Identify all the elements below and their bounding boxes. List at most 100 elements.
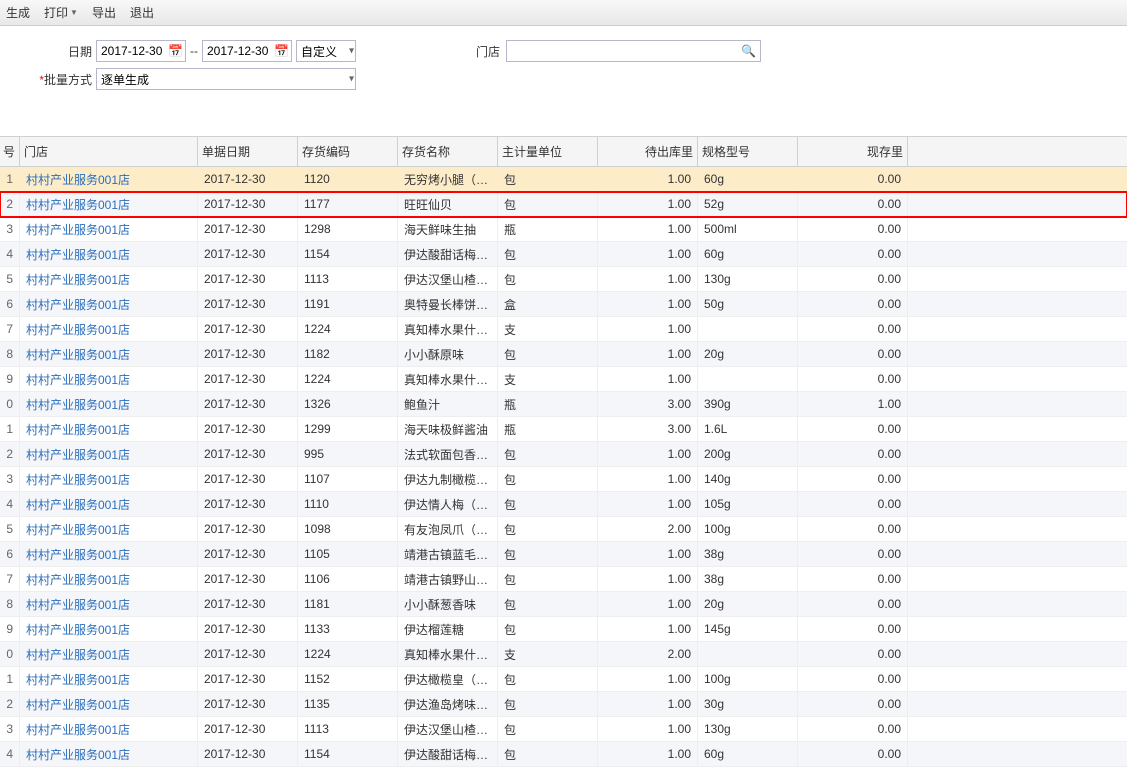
cell-code: 1106: [298, 567, 398, 591]
exit-button[interactable]: 退出: [130, 4, 154, 21]
table-row[interactable]: 2村村产业服务001店2017-12-301177旺旺仙贝包1.0052g0.0…: [0, 192, 1127, 217]
table-row[interactable]: 8村村产业服务001店2017-12-301182小小酥原味包1.0020g0.…: [0, 342, 1127, 367]
cell-spec: 52g: [698, 192, 798, 216]
cell-unit: 支: [498, 367, 598, 391]
cell-spec: [698, 642, 798, 666]
calendar-icon[interactable]: 📅: [274, 44, 289, 58]
header-date[interactable]: 单据日期: [198, 137, 298, 166]
cell-qty: 1.00: [598, 617, 698, 641]
cell-name: 法式软面包香…: [398, 442, 498, 466]
cell-store[interactable]: 村村产业服务001店: [20, 492, 198, 516]
grid-header: 号 门店 单据日期 存货编码 存货名称 主计量单位 待出库里 规格型号 现存里: [0, 136, 1127, 167]
cell-store[interactable]: 村村产业服务001店: [20, 567, 198, 591]
table-row[interactable]: 9村村产业服务001店2017-12-301224真知棒水果什…支1.000.0…: [0, 367, 1127, 392]
header-unit[interactable]: 主计量单位: [498, 137, 598, 166]
cell-store[interactable]: 村村产业服务001店: [20, 667, 198, 691]
calendar-icon[interactable]: 📅: [168, 44, 183, 58]
cell-date: 2017-12-30: [198, 442, 298, 466]
date-dash: --: [190, 44, 198, 58]
cell-spec: 145g: [698, 617, 798, 641]
table-row[interactable]: 3村村产业服务001店2017-12-301298海天鲜味生抽瓶1.00500m…: [0, 217, 1127, 242]
cell-code: 1098: [298, 517, 398, 541]
header-code[interactable]: 存货编码: [298, 137, 398, 166]
cell-store[interactable]: 村村产业服务001店: [20, 542, 198, 566]
header-store[interactable]: 门店: [20, 137, 198, 166]
table-row[interactable]: 9村村产业服务001店2017-12-301133伊达榴莲糖包1.00145g0…: [0, 617, 1127, 642]
table-row[interactable]: 6村村产业服务001店2017-12-301191奥特曼长棒饼…盒1.0050g…: [0, 292, 1127, 317]
cell-code: 1133: [298, 617, 398, 641]
table-row[interactable]: 0村村产业服务001店2017-12-301224真知棒水果什…支2.000.0…: [0, 642, 1127, 667]
table-row[interactable]: 2村村产业服务001店2017-12-301135伊达渔岛烤味…包1.0030g…: [0, 692, 1127, 717]
table-row[interactable]: 1村村产业服务001店2017-12-301299海天味极鲜酱油瓶3.001.6…: [0, 417, 1127, 442]
cell-store[interactable]: 村村产业服务001店: [20, 717, 198, 741]
cell-store[interactable]: 村村产业服务001店: [20, 742, 198, 766]
cell-idx: 1: [0, 667, 20, 691]
cell-store[interactable]: 村村产业服务001店: [20, 467, 198, 491]
header-qty[interactable]: 待出库里: [598, 137, 698, 166]
search-icon[interactable]: 🔍: [741, 44, 756, 58]
cell-qty: 1.00: [598, 367, 698, 391]
cell-unit: 包: [498, 592, 598, 616]
cell-store[interactable]: 村村产业服务001店: [20, 217, 198, 241]
cell-store[interactable]: 村村产业服务001店: [20, 167, 198, 191]
cell-idx: 6: [0, 292, 20, 316]
table-row[interactable]: 4村村产业服务001店2017-12-301154伊达酸甜话梅…包1.0060g…: [0, 742, 1127, 767]
header-stock[interactable]: 现存里: [798, 137, 908, 166]
cell-spec: 130g: [698, 267, 798, 291]
table-row[interactable]: 5村村产业服务001店2017-12-301098有友泡凤爪（…包2.00100…: [0, 517, 1127, 542]
cell-store[interactable]: 村村产业服务001店: [20, 417, 198, 441]
export-button[interactable]: 导出: [92, 4, 116, 21]
cell-unit: 包: [498, 742, 598, 766]
table-row[interactable]: 1村村产业服务001店2017-12-301152伊达橄榄皇（…包1.00100…: [0, 667, 1127, 692]
table-row[interactable]: 6村村产业服务001店2017-12-301105靖港古镇蓝毛…包1.0038g…: [0, 542, 1127, 567]
table-row[interactable]: 1村村产业服务001店2017-12-301120无穷烤小腿（…包1.0060g…: [0, 167, 1127, 192]
cell-qty: 1.00: [598, 292, 698, 316]
cell-spec: 30g: [698, 692, 798, 716]
cell-unit: 包: [498, 717, 598, 741]
table-row[interactable]: 2村村产业服务001店2017-12-30995法式软面包香…包1.00200g…: [0, 442, 1127, 467]
cell-store[interactable]: 村村产业服务001店: [20, 392, 198, 416]
cell-store[interactable]: 村村产业服务001店: [20, 617, 198, 641]
cell-store[interactable]: 村村产业服务001店: [20, 242, 198, 266]
cell-store[interactable]: 村村产业服务001店: [20, 692, 198, 716]
cell-store[interactable]: 村村产业服务001店: [20, 517, 198, 541]
cell-store[interactable]: 村村产业服务001店: [20, 192, 198, 216]
cell-store[interactable]: 村村产业服务001店: [20, 442, 198, 466]
cell-code: 1110: [298, 492, 398, 516]
cell-spec: 20g: [698, 592, 798, 616]
cell-name: 小小酥葱香味: [398, 592, 498, 616]
table-row[interactable]: 5村村产业服务001店2017-12-301113伊达汉堡山楂…包1.00130…: [0, 267, 1127, 292]
store-input[interactable]: 🔍: [506, 40, 761, 62]
cell-unit: 支: [498, 642, 598, 666]
cell-store[interactable]: 村村产业服务001店: [20, 292, 198, 316]
cell-store[interactable]: 村村产业服务001店: [20, 592, 198, 616]
cell-name: 海天味极鲜酱油: [398, 417, 498, 441]
table-row[interactable]: 0村村产业服务001店2017-12-301326鲍鱼汁瓶3.00390g1.0…: [0, 392, 1127, 417]
cell-date: 2017-12-30: [198, 742, 298, 766]
cell-qty: 1.00: [598, 742, 698, 766]
table-row[interactable]: 7村村产业服务001店2017-12-301106靖港古镇野山…包1.0038g…: [0, 567, 1127, 592]
cell-idx: 3: [0, 717, 20, 741]
cell-store[interactable]: 村村产业服务001店: [20, 267, 198, 291]
batch-select[interactable]: [96, 68, 356, 90]
cell-name: 伊达情人梅（…: [398, 492, 498, 516]
generate-button[interactable]: 生成: [6, 4, 30, 21]
cell-code: 1299: [298, 417, 398, 441]
table-row[interactable]: 3村村产业服务001店2017-12-301113伊达汉堡山楂…包1.00130…: [0, 717, 1127, 742]
cell-code: 995: [298, 442, 398, 466]
cell-idx: 1: [0, 167, 20, 191]
table-row[interactable]: 4村村产业服务001店2017-12-301154伊达酸甜话梅…包1.0060g…: [0, 242, 1127, 267]
cell-store[interactable]: 村村产业服务001店: [20, 367, 198, 391]
header-spec[interactable]: 规格型号: [698, 137, 798, 166]
header-name[interactable]: 存货名称: [398, 137, 498, 166]
date-type-select[interactable]: [296, 40, 356, 62]
cell-store[interactable]: 村村产业服务001店: [20, 342, 198, 366]
table-row[interactable]: 3村村产业服务001店2017-12-301107伊达九制橄榄…包1.00140…: [0, 467, 1127, 492]
cell-store[interactable]: 村村产业服务001店: [20, 317, 198, 341]
table-row[interactable]: 8村村产业服务001店2017-12-301181小小酥葱香味包1.0020g0…: [0, 592, 1127, 617]
print-button[interactable]: 打印 ▼: [44, 4, 78, 21]
table-row[interactable]: 7村村产业服务001店2017-12-301224真知棒水果什…支1.000.0…: [0, 317, 1127, 342]
cell-stock: 0.00: [798, 567, 908, 591]
table-row[interactable]: 4村村产业服务001店2017-12-301110伊达情人梅（…包1.00105…: [0, 492, 1127, 517]
cell-store[interactable]: 村村产业服务001店: [20, 642, 198, 666]
